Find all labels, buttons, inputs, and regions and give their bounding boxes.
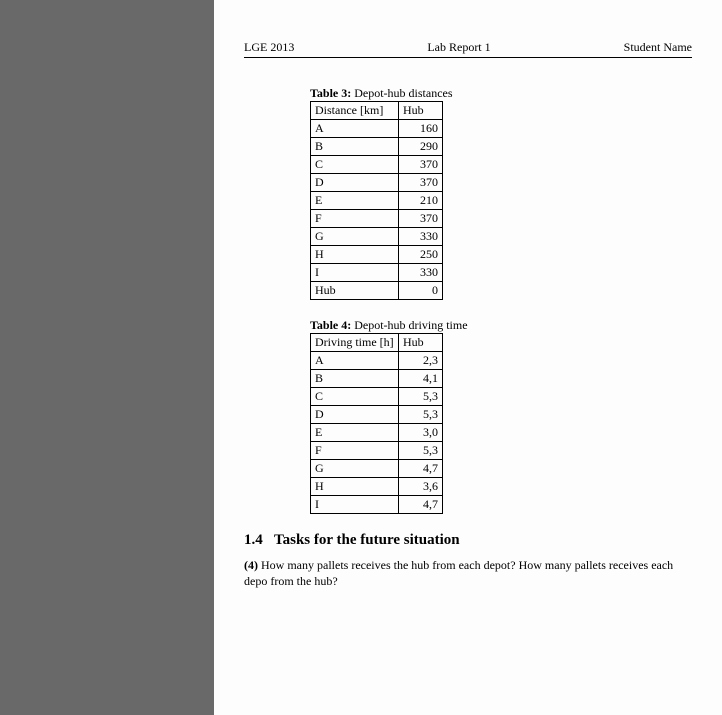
row-label: B <box>311 138 399 156</box>
table-row: F370 <box>311 210 443 228</box>
row-label: A <box>311 120 399 138</box>
question-4: (4) How many pallets receives the hub fr… <box>244 557 692 589</box>
row-label: F <box>311 442 399 460</box>
table3: Distance [km] Hub A160B290C370D370E210F3… <box>310 101 443 300</box>
table-row: C370 <box>311 156 443 174</box>
table-row: G4,7 <box>311 460 443 478</box>
row-value: 5,3 <box>399 442 443 460</box>
table-row: H250 <box>311 246 443 264</box>
row-label: Hub <box>311 282 399 300</box>
header-center: Lab Report 1 <box>427 40 490 55</box>
table-row: E3,0 <box>311 424 443 442</box>
row-label: A <box>311 352 399 370</box>
row-label: C <box>311 388 399 406</box>
table-row: E210 <box>311 192 443 210</box>
row-value: 2,3 <box>399 352 443 370</box>
header-left: LGE 2013 <box>244 40 294 55</box>
header-right: Student Name <box>624 40 692 55</box>
page-header: LGE 2013 Lab Report 1 Student Name <box>244 40 692 58</box>
table3-caption: Table 3: Depot-hub distances <box>310 86 692 101</box>
row-label: E <box>311 424 399 442</box>
table4: Driving time [h] Hub A2,3B4,1C5,3D5,3E3,… <box>310 333 443 514</box>
table-row: I330 <box>311 264 443 282</box>
table-row: D370 <box>311 174 443 192</box>
row-label: D <box>311 406 399 424</box>
table-row: D5,3 <box>311 406 443 424</box>
table3-col2-header: Hub <box>399 102 443 120</box>
table-row: H3,6 <box>311 478 443 496</box>
row-value: 3,0 <box>399 424 443 442</box>
table-row: Hub0 <box>311 282 443 300</box>
document-page: LGE 2013 Lab Report 1 Student Name Table… <box>214 0 722 715</box>
row-label: F <box>311 210 399 228</box>
row-value: 3,6 <box>399 478 443 496</box>
row-label: C <box>311 156 399 174</box>
row-value: 160 <box>399 120 443 138</box>
table-row: A160 <box>311 120 443 138</box>
row-value: 330 <box>399 228 443 246</box>
row-value: 5,3 <box>399 388 443 406</box>
table4-caption: Table 4: Depot-hub driving time <box>310 318 692 333</box>
row-value: 370 <box>399 174 443 192</box>
section-title: Tasks for the future situation <box>274 532 460 548</box>
row-value: 330 <box>399 264 443 282</box>
row-value: 370 <box>399 156 443 174</box>
table3-col1-header: Distance [km] <box>311 102 399 120</box>
table-row: I4,7 <box>311 496 443 514</box>
row-label: E <box>311 192 399 210</box>
table4-col1-header: Driving time [h] <box>311 334 399 352</box>
row-value: 0 <box>399 282 443 300</box>
row-value: 4,7 <box>399 460 443 478</box>
section-number: 1.4 <box>244 532 263 548</box>
row-label: H <box>311 478 399 496</box>
row-value: 290 <box>399 138 443 156</box>
table4-caption-text: Depot-hub driving time <box>351 318 467 332</box>
row-label: G <box>311 228 399 246</box>
row-label: H <box>311 246 399 264</box>
page-content: Table 3: Depot-hub distances Distance [k… <box>244 86 692 589</box>
row-value: 4,1 <box>399 370 443 388</box>
table3-caption-label: Table 3: <box>310 86 351 100</box>
row-value: 370 <box>399 210 443 228</box>
table-row: C5,3 <box>311 388 443 406</box>
viewer-sidebar <box>0 0 214 715</box>
row-label: I <box>311 496 399 514</box>
section-heading: 1.4 Tasks for the future situation <box>244 532 692 549</box>
row-label: I <box>311 264 399 282</box>
table-row: G330 <box>311 228 443 246</box>
table-row: F5,3 <box>311 442 443 460</box>
row-value: 5,3 <box>399 406 443 424</box>
table4-col2-header: Hub <box>399 334 443 352</box>
row-value: 250 <box>399 246 443 264</box>
row-value: 4,7 <box>399 496 443 514</box>
row-value: 210 <box>399 192 443 210</box>
table-row: A2,3 <box>311 352 443 370</box>
row-label: D <box>311 174 399 192</box>
table-row: B4,1 <box>311 370 443 388</box>
table3-caption-text: Depot-hub distances <box>351 86 452 100</box>
row-label: G <box>311 460 399 478</box>
question-text: How many pallets receives the hub from e… <box>244 558 673 588</box>
question-number: (4) <box>244 558 258 572</box>
table4-caption-label: Table 4: <box>310 318 351 332</box>
row-label: B <box>311 370 399 388</box>
table-row: B290 <box>311 138 443 156</box>
